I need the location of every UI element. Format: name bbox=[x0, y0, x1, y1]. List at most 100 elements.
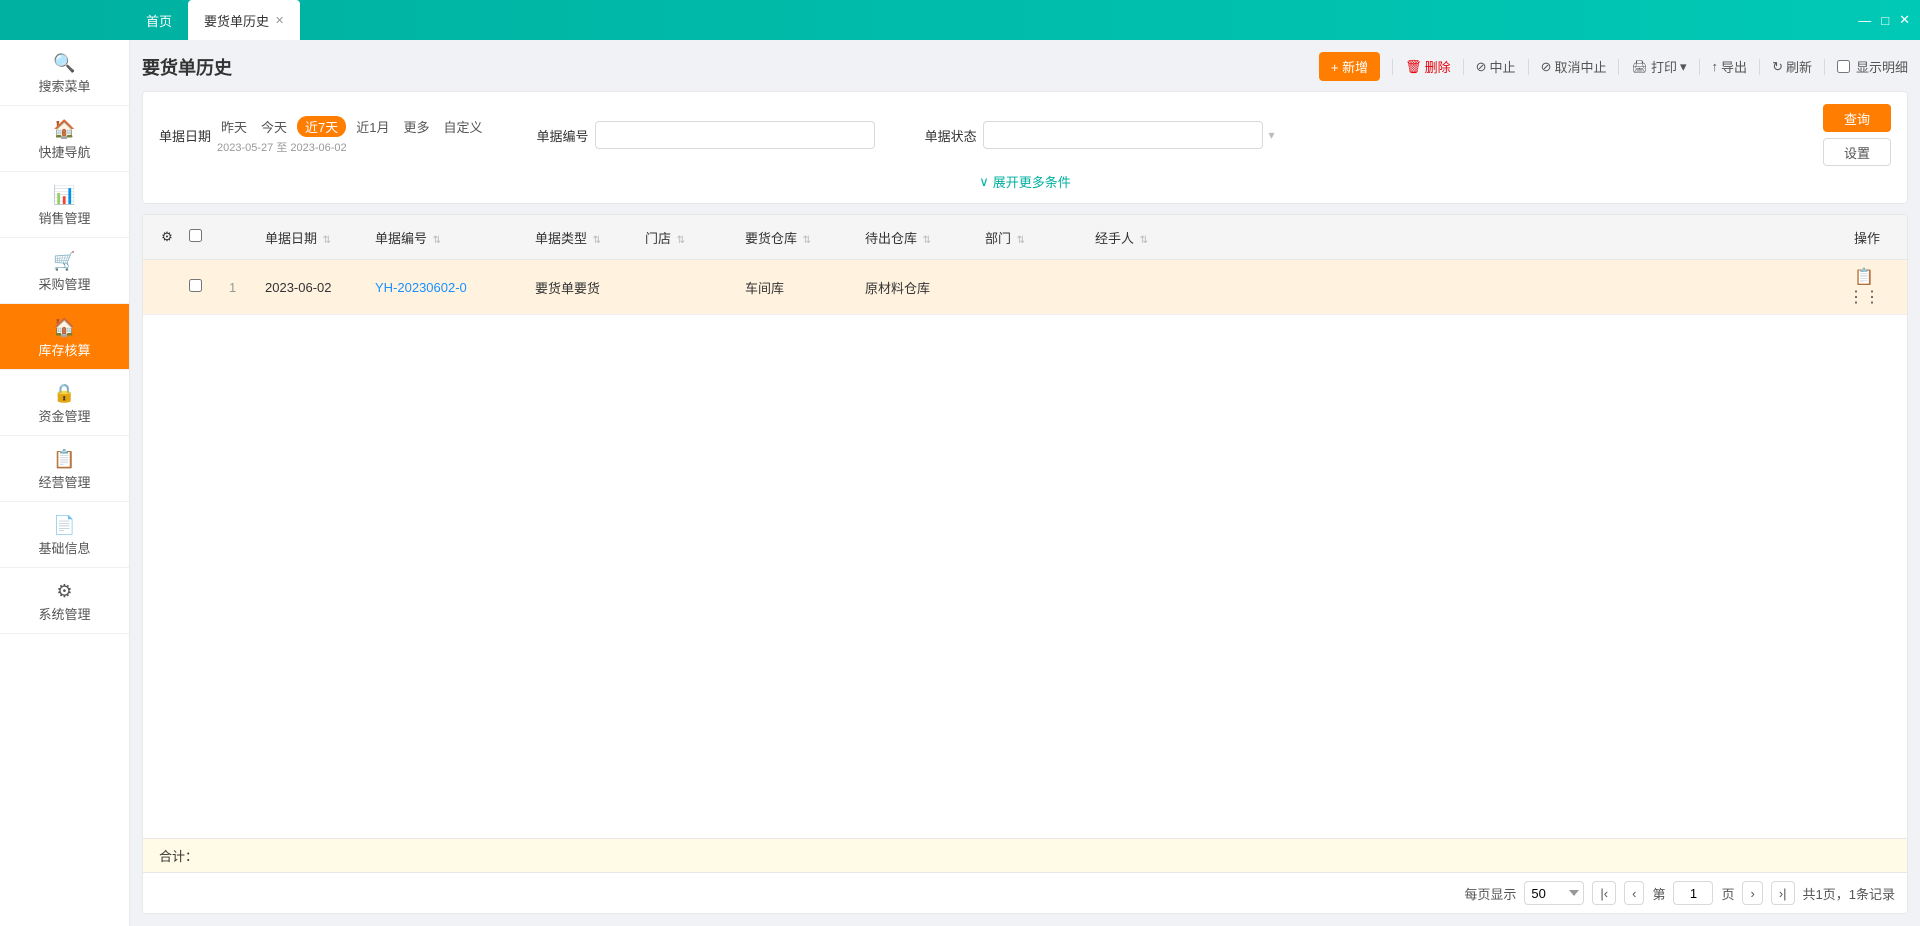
refresh-icon: ↻ bbox=[1772, 59, 1783, 75]
export-btn[interactable]: ↑ 导出 bbox=[1712, 57, 1748, 76]
sidebar-label-sales-mgmt: 销售管理 bbox=[38, 208, 90, 227]
delete-btn[interactable]: 🗑 删除 bbox=[1405, 57, 1451, 76]
summary-label: 合计： bbox=[159, 846, 198, 865]
window-maximize-btn[interactable]: □ bbox=[1881, 13, 1889, 28]
sidebar-item-quick-nav[interactable]: 🏠 快捷导航 bbox=[0, 106, 129, 172]
tab-home[interactable]: 首页 bbox=[130, 0, 188, 40]
table-row: 1 2023-06-02 YH-20230602-0 要货单要货 车间库 原材料… bbox=[143, 260, 1907, 315]
filter-panel: 单据日期 昨天 今天 近7天 近1月 更多 自定义 2023-05-27 至 2… bbox=[142, 91, 1908, 204]
cancel-stop-btn[interactable]: ⊘ 取消中止 bbox=[1541, 57, 1607, 76]
row-more-icon[interactable]: ⋮⋮ bbox=[1848, 289, 1880, 306]
sidebar-item-basic-info[interactable]: 📄 基础信息 bbox=[0, 502, 129, 568]
query-btn[interactable]: 查询 bbox=[1823, 104, 1891, 132]
new-btn[interactable]: + 新增 bbox=[1319, 52, 1380, 81]
sidebar-item-ops-mgmt[interactable]: 📋 经营管理 bbox=[0, 436, 129, 502]
divider-6 bbox=[1759, 59, 1760, 75]
sidebar-label-quick-nav: 快捷导航 bbox=[38, 142, 90, 161]
expand-icon: ∨ bbox=[979, 174, 989, 190]
display-detail-checkbox[interactable] bbox=[1837, 60, 1850, 73]
sidebar-item-search-menu[interactable]: 🔍 搜索菜单 bbox=[0, 40, 129, 106]
print-btn[interactable]: 🖨 打印 ▾ bbox=[1631, 57, 1686, 76]
th-settings: ⚙ bbox=[143, 215, 179, 260]
th-order-num[interactable]: 单据编号 ⇅ bbox=[365, 215, 525, 260]
display-detail-btn[interactable]: 显示明细 bbox=[1837, 57, 1908, 76]
window-minimize-btn[interactable]: — bbox=[1858, 13, 1871, 28]
sales-mgmt-icon: 📊 bbox=[53, 186, 75, 204]
sidebar-label-basic-info: 基础信息 bbox=[38, 538, 90, 557]
page-size-select[interactable]: 20 50 100 200 bbox=[1524, 881, 1584, 905]
sidebar: 🔍 搜索菜单 🏠 快捷导航 📊 销售管理 🛒 采购管理 🏠 库存核算 🔒 资金管… bbox=[0, 40, 130, 926]
th-op: 操作 bbox=[1827, 215, 1907, 260]
td-pending-wh: 原材料仓库 bbox=[855, 260, 975, 315]
basic-info-icon: 📄 bbox=[53, 516, 75, 534]
window-close-btn[interactable]: ✕ bbox=[1899, 12, 1910, 28]
pagination-bar: 每页显示 20 50 100 200 |‹ ‹ 第 页 › ›| 共1页，1条记… bbox=[143, 872, 1907, 913]
settings-btn[interactable]: 设置 bbox=[1823, 138, 1891, 166]
th-pending-wh[interactable]: 待出仓库 ⇅ bbox=[855, 215, 975, 260]
status-input[interactable] bbox=[983, 121, 1263, 149]
sort-req-wh-icon: ⇅ bbox=[803, 235, 811, 246]
shortcut-7days[interactable]: 近7天 bbox=[297, 116, 346, 137]
sidebar-item-sales-mgmt[interactable]: 📊 销售管理 bbox=[0, 172, 129, 238]
page-title: 要货单历史 bbox=[142, 54, 232, 80]
divider-7 bbox=[1824, 59, 1825, 75]
prev-page-btn[interactable]: ‹ bbox=[1624, 881, 1644, 905]
th-type[interactable]: 单据类型 ⇅ bbox=[525, 215, 635, 260]
expand-more-btn[interactable]: ∨ 展开更多条件 bbox=[159, 172, 1891, 191]
sort-pending-wh-icon: ⇅ bbox=[923, 235, 931, 246]
sidebar-label-inventory: 库存核算 bbox=[38, 340, 90, 359]
td-num: 1 bbox=[219, 260, 255, 315]
divider-4 bbox=[1618, 59, 1619, 75]
top-bar-right: — □ ✕ bbox=[1858, 12, 1910, 28]
tab-req-history[interactable]: 要货单历史 ✕ bbox=[188, 0, 300, 40]
date-shortcuts-group: 昨天 今天 近7天 近1月 更多 自定义 2023-05-27 至 2023-0… bbox=[217, 116, 487, 155]
td-store bbox=[635, 260, 735, 315]
shortcut-1month[interactable]: 近1月 bbox=[352, 116, 393, 137]
sidebar-item-sys-mgmt[interactable]: ⚙ 系统管理 bbox=[0, 568, 129, 634]
row-edit-icon[interactable]: 📋 bbox=[1854, 269, 1874, 286]
stop-btn[interactable]: ⊘ 中止 bbox=[1476, 57, 1516, 76]
td-req-wh: 车间库 bbox=[735, 260, 855, 315]
print-dropdown-icon[interactable]: ▾ bbox=[1680, 59, 1687, 75]
sidebar-item-purchase-mgmt[interactable]: 🛒 采购管理 bbox=[0, 238, 129, 304]
stop-icon: ⊘ bbox=[1476, 59, 1487, 75]
first-page-btn[interactable]: |‹ bbox=[1592, 881, 1616, 905]
th-dept[interactable]: 部门 ⇅ bbox=[975, 215, 1085, 260]
shortcut-yesterday[interactable]: 昨天 bbox=[217, 116, 251, 137]
th-store[interactable]: 门店 ⇅ bbox=[635, 215, 735, 260]
data-table: ⚙ 单据日期 ⇅ 单据编号 bbox=[143, 215, 1907, 315]
th-handler[interactable]: 经手人 ⇅ bbox=[1085, 215, 1827, 260]
td-dept bbox=[975, 260, 1085, 315]
ops-mgmt-icon: 📋 bbox=[53, 450, 75, 468]
export-icon: ↑ bbox=[1712, 59, 1719, 74]
page-end-label: 页 bbox=[1721, 884, 1734, 903]
order-num-input[interactable] bbox=[595, 121, 875, 149]
page-number-input[interactable] bbox=[1673, 881, 1713, 905]
table-header-row: ⚙ 单据日期 ⇅ 单据编号 bbox=[143, 215, 1907, 260]
sidebar-label-sys-mgmt: 系统管理 bbox=[38, 604, 90, 623]
header-actions: + 新增 🗑 删除 ⊘ 中止 ⊘ 取消中止 🖨 bbox=[1319, 52, 1908, 81]
sidebar-item-inventory[interactable]: 🏠 库存核算 bbox=[0, 304, 129, 370]
tab-close-icon[interactable]: ✕ bbox=[275, 14, 284, 27]
next-page-btn[interactable]: › bbox=[1742, 881, 1762, 905]
select-all-checkbox[interactable] bbox=[189, 229, 202, 242]
last-page-btn[interactable]: ›| bbox=[1771, 881, 1795, 905]
table-container: ⚙ 单据日期 ⇅ 单据编号 bbox=[142, 214, 1908, 914]
filter-actions: 查询 设置 bbox=[1823, 104, 1891, 166]
status-dropdown-icon[interactable]: ▾ bbox=[1269, 128, 1275, 142]
th-req-wh[interactable]: 要货仓库 ⇅ bbox=[735, 215, 855, 260]
column-settings-btn[interactable]: ⚙ bbox=[153, 223, 181, 251]
shortcut-more[interactable]: 更多 bbox=[400, 116, 434, 137]
refresh-btn[interactable]: ↻ 刷新 bbox=[1772, 57, 1812, 76]
th-num bbox=[219, 215, 255, 260]
sidebar-label-purchase-mgmt: 采购管理 bbox=[38, 274, 90, 293]
th-date[interactable]: 单据日期 ⇅ bbox=[255, 215, 365, 260]
page-header: 要货单历史 + 新增 🗑 删除 ⊘ 中止 ⊘ 取消中止 bbox=[142, 52, 1908, 81]
sidebar-item-finance-mgmt[interactable]: 🔒 资金管理 bbox=[0, 370, 129, 436]
divider-2 bbox=[1463, 59, 1464, 75]
date-label: 单据日期 bbox=[159, 126, 211, 145]
shortcut-custom[interactable]: 自定义 bbox=[440, 116, 487, 137]
order-num-link[interactable]: YH-20230602-0 bbox=[375, 280, 467, 295]
row-checkbox[interactable] bbox=[189, 279, 202, 292]
shortcut-today[interactable]: 今天 bbox=[257, 116, 291, 137]
